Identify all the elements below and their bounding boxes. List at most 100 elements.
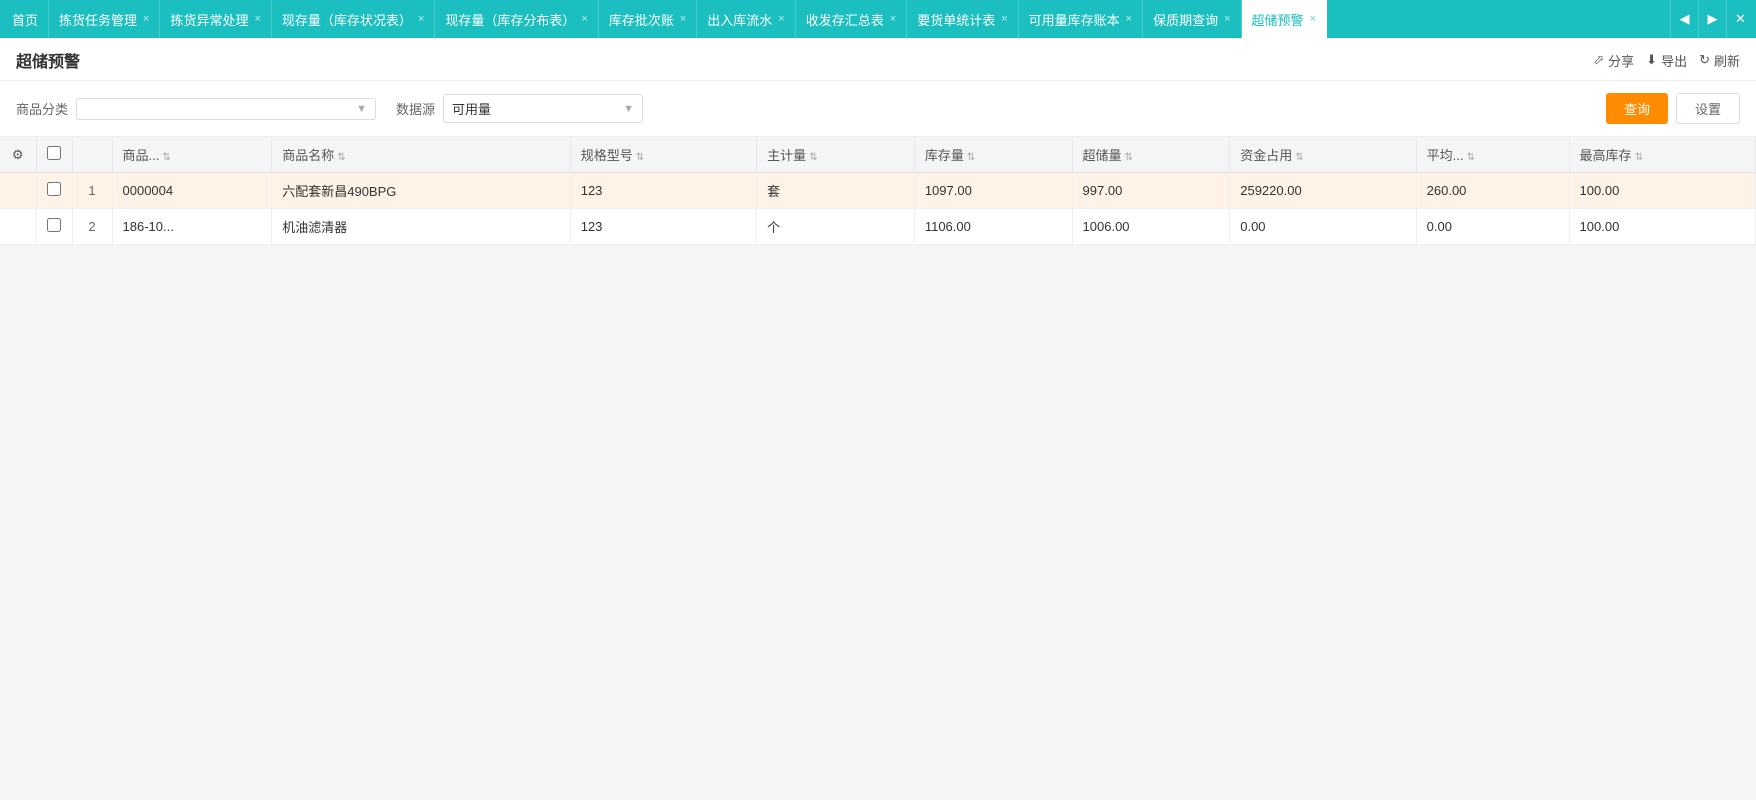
row-checkbox[interactable] (47, 182, 61, 196)
sort-icon: ⇅ (1125, 152, 1133, 163)
nav-item-stock-dist[interactable]: 现存量（库存分布表） × (435, 0, 598, 38)
row-product-name-cell: 机油滤清器 (272, 209, 570, 245)
nav-item-stock-status[interactable]: 现存量（库存状况表） × (272, 0, 435, 38)
sort-icon: ⇅ (967, 152, 975, 163)
col-avg-header[interactable]: 平均...⇅ (1416, 137, 1569, 173)
col-product-name-header[interactable]: 商品名称⇅ (272, 137, 570, 173)
sort-icon: ⇅ (1635, 152, 1643, 163)
nav-item-overstock[interactable]: 超储预警 × (1242, 0, 1327, 38)
close-icon[interactable]: × (143, 13, 149, 25)
col-overstock-header[interactable]: 超储量⇅ (1072, 137, 1230, 173)
row-avg-cell: 260.00 (1416, 173, 1569, 209)
query-button[interactable]: 查询 (1606, 93, 1668, 124)
row-spec-cell: 123 (570, 209, 756, 245)
close-icon[interactable]: × (1310, 13, 1316, 25)
nav-arrows: ◀ ▶ ✕ (1670, 0, 1754, 38)
page-header: 超储预警 ⬀ 分享 ⬇ 导出 ↻ 刷新 (0, 38, 1756, 81)
nav-item-abnormal[interactable]: 拣货异常处理 × (160, 0, 271, 38)
category-filter-group: 商品分类 ▼ (16, 98, 376, 120)
col-unit-header[interactable]: 主计量⇅ (757, 137, 915, 173)
row-stock-cell: 1106.00 (914, 209, 1072, 245)
share-button[interactable]: ⬀ 分享 (1593, 51, 1634, 70)
datasource-value: 可用量 (452, 99, 491, 118)
row-product-code-cell: 186-10... (112, 209, 272, 245)
close-icon[interactable]: × (1001, 13, 1007, 25)
close-icon[interactable]: × (1126, 13, 1132, 25)
col-spec-header[interactable]: 规格型号⇅ (570, 137, 756, 173)
row-checkbox-cell[interactable] (36, 173, 72, 209)
sort-icon: ⇅ (337, 152, 345, 163)
datasource-select[interactable]: 可用量 ▼ (443, 94, 643, 123)
table-body: 1 0000004 六配套新昌490BPG 123 套 1097.00 997.… (0, 173, 1756, 245)
nav-next-button[interactable]: ▶ (1698, 0, 1726, 38)
row-spec-cell: 123 (570, 173, 756, 209)
nav-item-task[interactable]: 拣货任务管理 × (49, 0, 160, 38)
sort-icon: ⇅ (636, 152, 644, 163)
sort-icon: ⇅ (162, 152, 170, 163)
col-checkbox-header[interactable] (36, 137, 72, 173)
select-all-checkbox[interactable] (47, 146, 61, 160)
table-container: ⚙ 商品...⇅ 商品名称⇅ 规格型号⇅ 主计量⇅ (0, 137, 1756, 245)
col-product-code-header[interactable]: 商品...⇅ (112, 137, 272, 173)
chevron-down-icon: ▼ (623, 103, 634, 115)
sort-icon: ⇅ (809, 152, 817, 163)
category-select[interactable]: ▼ (76, 98, 376, 120)
row-stock-cell: 1097.00 (914, 173, 1072, 209)
refresh-icon: ↻ (1699, 52, 1710, 68)
close-icon[interactable]: × (680, 13, 686, 25)
datasource-label: 数据源 (396, 99, 435, 118)
row-overstock-cell: 1006.00 (1072, 209, 1230, 245)
nav-bar: 首页 拣货任务管理 × 拣货异常处理 × 现存量（库存状况表） × 现存量（库存… (0, 0, 1756, 38)
close-icon[interactable]: × (778, 13, 784, 25)
row-avg-cell: 0.00 (1416, 209, 1569, 245)
col-index-header (72, 137, 112, 173)
filter-area: 商品分类 ▼ 数据源 可用量 ▼ 查询 设置 (0, 81, 1756, 137)
row-overstock-cell: 997.00 (1072, 173, 1230, 209)
row-unit-cell: 套 (757, 173, 915, 209)
nav-item-summary[interactable]: 收发存汇总表 × (796, 0, 907, 38)
nav-close-button[interactable]: ✕ (1726, 0, 1754, 38)
col-settings-header[interactable]: ⚙ (0, 137, 36, 173)
table-header-row: ⚙ 商品...⇅ 商品名称⇅ 规格型号⇅ 主计量⇅ (0, 137, 1756, 173)
settings-button[interactable]: 设置 (1676, 93, 1740, 124)
sort-icon: ⇅ (1466, 152, 1474, 163)
row-index-cell: 1 (72, 173, 112, 209)
row-settings-cell (0, 209, 36, 245)
col-capital-header[interactable]: 资金占用⇅ (1230, 137, 1416, 173)
export-button[interactable]: ⬇ 导出 (1646, 51, 1687, 70)
close-icon[interactable]: × (1224, 13, 1230, 25)
col-max-stock-header[interactable]: 最高库存⇅ (1569, 137, 1755, 173)
data-table: ⚙ 商品...⇅ 商品名称⇅ 规格型号⇅ 主计量⇅ (0, 137, 1756, 245)
row-checkbox[interactable] (47, 218, 61, 232)
nav-item-order-stat[interactable]: 要货单统计表 × (907, 0, 1018, 38)
filter-actions: 查询 设置 (1606, 93, 1740, 124)
category-label: 商品分类 (16, 99, 68, 118)
export-icon: ⬇ (1646, 52, 1657, 68)
nav-item-batch[interactable]: 库存批次账 × (599, 0, 697, 38)
nav-item-home[interactable]: 首页 (2, 0, 49, 38)
row-checkbox-cell[interactable] (36, 209, 72, 245)
gear-icon: ⚙ (12, 147, 24, 162)
close-icon[interactable]: × (254, 13, 260, 25)
nav-item-flow[interactable]: 出入库流水 × (697, 0, 795, 38)
close-icon[interactable]: × (418, 13, 424, 25)
nav-item-quality[interactable]: 保质期查询 × (1143, 0, 1241, 38)
col-stock-header[interactable]: 库存量⇅ (914, 137, 1072, 173)
close-icon[interactable]: × (581, 13, 587, 25)
row-index-cell: 2 (72, 209, 112, 245)
nav-item-available[interactable]: 可用量库存账本 × (1019, 0, 1143, 38)
table-row: 1 0000004 六配套新昌490BPG 123 套 1097.00 997.… (0, 173, 1756, 209)
chevron-down-icon: ▼ (356, 103, 367, 115)
row-max-stock-cell: 100.00 (1569, 173, 1755, 209)
sort-icon: ⇅ (1295, 152, 1303, 163)
row-product-code-cell: 0000004 (112, 173, 272, 209)
refresh-button[interactable]: ↻ 刷新 (1699, 51, 1740, 70)
row-capital-cell: 0.00 (1230, 209, 1416, 245)
row-max-stock-cell: 100.00 (1569, 209, 1755, 245)
datasource-filter-group: 数据源 可用量 ▼ (396, 94, 643, 123)
header-actions: ⬀ 分享 ⬇ 导出 ↻ 刷新 (1593, 51, 1740, 70)
close-icon[interactable]: × (890, 13, 896, 25)
row-capital-cell: 259220.00 (1230, 173, 1416, 209)
row-product-name-cell: 六配套新昌490BPG (272, 173, 570, 209)
nav-prev-button[interactable]: ◀ (1670, 0, 1698, 38)
